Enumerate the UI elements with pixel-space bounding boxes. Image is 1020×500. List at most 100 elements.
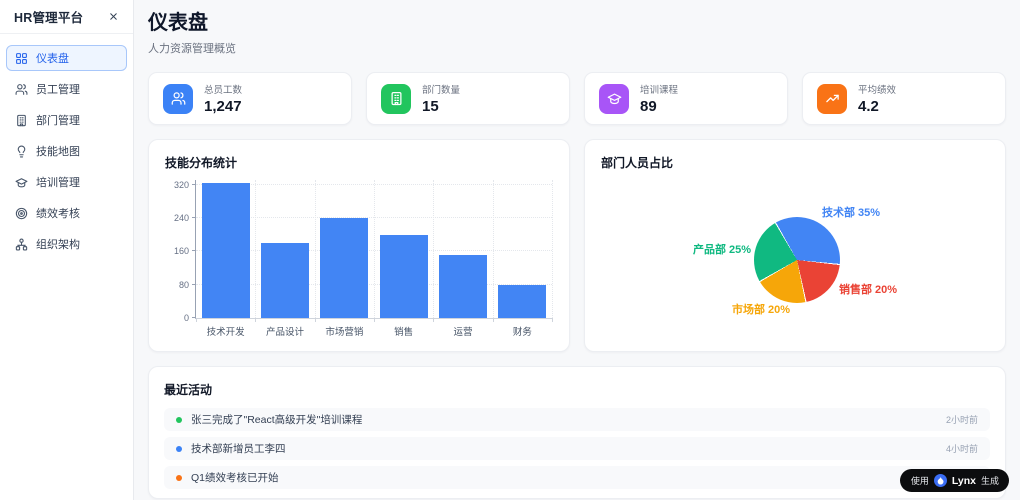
activity-time: 2小时前: [945, 415, 978, 425]
sidebar-item-performance[interactable]: 绩效考核: [6, 200, 127, 226]
stat-card-departments: 部门数量 15: [366, 72, 570, 125]
stat-label: 培训课程: [640, 85, 679, 96]
sidebar-item-label: 组织架构: [36, 239, 80, 251]
sidebar-item-employees[interactable]: 员工管理: [6, 76, 127, 102]
x-axis-label: 财务: [512, 327, 532, 338]
stat-value: 4.2: [858, 98, 879, 115]
x-axis-label: 销售: [394, 327, 414, 338]
pie: [754, 217, 840, 303]
stat-card-avg-performance: 平均绩效 4.2: [802, 72, 1006, 125]
skills-bar-chart-card: 技能分布统计 0 80 160 240 320 技术开发 产品设计 市场营销 销售 运营 财务: [148, 139, 570, 352]
sidebar-item-label: 培训管理: [36, 177, 80, 189]
charts-row: 技能分布统计 0 80 160 240 320 技术开发 产品设计 市场营销 销售 运营 财务 部门…: [148, 139, 1006, 352]
badge-prefix: 使用: [910, 476, 929, 486]
close-icon[interactable]: [106, 9, 121, 24]
gridline: [492, 180, 494, 318]
gridline: [374, 180, 375, 318]
status-dot: [176, 474, 182, 481]
x-axis-tick: [255, 318, 257, 322]
y-axis-tick: [192, 183, 196, 185]
bar-财务: [498, 284, 547, 318]
bar-市场营销: [320, 217, 369, 318]
sidebar-item-skills-map[interactable]: 技能地图: [6, 138, 127, 164]
y-axis-tick: [192, 216, 196, 218]
status-dot: [176, 445, 182, 452]
pie-label-product: 产品部 25%: [693, 244, 752, 256]
badge-brand: Lynx: [951, 474, 976, 487]
x-axis-tick: [492, 318, 494, 322]
sidebar-item-training[interactable]: 培训管理: [6, 169, 127, 195]
y-axis-tick: [192, 283, 196, 285]
activity-title: 最近活动: [164, 383, 213, 397]
bar-技术开发: [201, 182, 250, 318]
x-axis-label: 技术开发: [206, 327, 245, 338]
activity-list: 张三完成了"React高级开发"培训课程 2小时前 技术部新增员工李四 4小时前…: [164, 408, 990, 489]
activity-text: 张三完成了"React高级开发"培训课程: [191, 414, 363, 426]
y-axis-label: 160: [173, 246, 189, 257]
stat-card-courses: 培训课程 89: [584, 72, 788, 125]
users-icon: [15, 83, 28, 96]
sidebar-item-label: 部门管理: [36, 115, 80, 127]
lynx-generated-badge[interactable]: 使用 Lynx 生成: [899, 469, 1009, 492]
y-axis-label: 240: [173, 212, 189, 223]
main-content: 仪表盘 人力资源管理概览 总员工数 1,247 部门数量 15 培训课程 89 …: [134, 0, 1020, 500]
sidebar: HR管理平台 仪表盘 员工管理 部门管理 技能地图 培训管理 绩效考核 组织架构: [0, 0, 134, 500]
bar-产品设计: [261, 242, 309, 318]
graduation-icon: [15, 176, 28, 189]
pie-label-sales: 销售部 20%: [839, 284, 898, 296]
activity-text: Q1绩效考核已开始: [191, 472, 279, 484]
bar-运营: [439, 255, 487, 318]
dashboard-icon: [15, 52, 28, 65]
stat-value: 89: [640, 98, 657, 115]
stat-value: 1,247: [204, 98, 242, 115]
y-axis-label: 320: [173, 179, 189, 190]
y-axis-tick: [192, 250, 196, 252]
list-item: 技术部新增员工李四 4小时前: [164, 437, 990, 460]
sidebar-item-departments[interactable]: 部门管理: [6, 107, 127, 133]
y-axis-label: 0: [183, 313, 189, 323]
stats-row: 总员工数 1,247 部门数量 15 培训课程 89 平均绩效 4.2: [148, 72, 1006, 125]
department-pie-chart-card: 部门人员占比 技术部 35% 销售部 20% 市场部 20% 产品部 25%: [584, 139, 1006, 352]
page-title: 仪表盘: [148, 12, 208, 34]
sidebar-item-label: 仪表盘: [36, 53, 69, 65]
x-axis-label: 运营: [453, 327, 473, 338]
activity-text: 技术部新增员工李四: [191, 443, 286, 455]
app-title: HR管理平台: [14, 11, 84, 25]
status-dot: [176, 416, 182, 423]
stat-label: 部门数量: [422, 85, 461, 96]
building-icon: [381, 83, 411, 114]
x-axis-tick: [374, 318, 375, 322]
sidebar-item-org-structure[interactable]: 组织架构: [6, 231, 127, 257]
building-icon: [15, 114, 28, 127]
page-subtitle: 人力资源管理概览: [148, 43, 236, 55]
sidebar-item-label: 绩效考核: [36, 208, 80, 220]
x-axis-tick: [552, 318, 553, 322]
lightbulb-icon: [15, 145, 28, 158]
list-item: 张三完成了"React高级开发"培训课程 2小时前: [164, 408, 990, 431]
x-axis-label: 市场营销: [325, 327, 364, 338]
gridline: [255, 180, 257, 318]
users-icon: [163, 83, 193, 114]
y-axis-label: 80: [178, 279, 189, 290]
trend-up-icon: [817, 83, 847, 114]
bar-plot: 0 80 160 240 320 技术开发 产品设计 市场营销 销售 运营 财务: [174, 180, 553, 338]
stat-label: 平均绩效: [858, 85, 897, 96]
sidebar-header: HR管理平台: [0, 0, 133, 34]
recent-activity-card: 最近活动 张三完成了"React高级开发"培训课程 2小时前 技术部新增员工李四…: [148, 366, 1006, 499]
gridline: [433, 180, 435, 318]
sidebar-nav: 仪表盘 员工管理 部门管理 技能地图 培训管理 绩效考核 组织架构: [0, 34, 133, 268]
org-chart-icon: [15, 238, 28, 251]
pie-chart-title: 部门人员占比: [601, 156, 674, 170]
x-axis-tick: [433, 318, 435, 322]
bar-chart-title: 技能分布统计: [165, 156, 238, 170]
target-icon: [15, 207, 28, 220]
x-axis-tick: [196, 318, 197, 322]
pie-label-marketing: 市场部 20%: [732, 304, 791, 316]
sidebar-item-dashboard[interactable]: 仪表盘: [6, 45, 127, 71]
activity-time: 4小时前: [945, 444, 978, 454]
graduation-icon: [599, 83, 629, 114]
gridline: [314, 180, 316, 318]
x-axis-tick: [314, 318, 316, 322]
sidebar-item-label: 技能地图: [36, 146, 80, 158]
stat-card-total-employees: 总员工数 1,247: [148, 72, 352, 125]
